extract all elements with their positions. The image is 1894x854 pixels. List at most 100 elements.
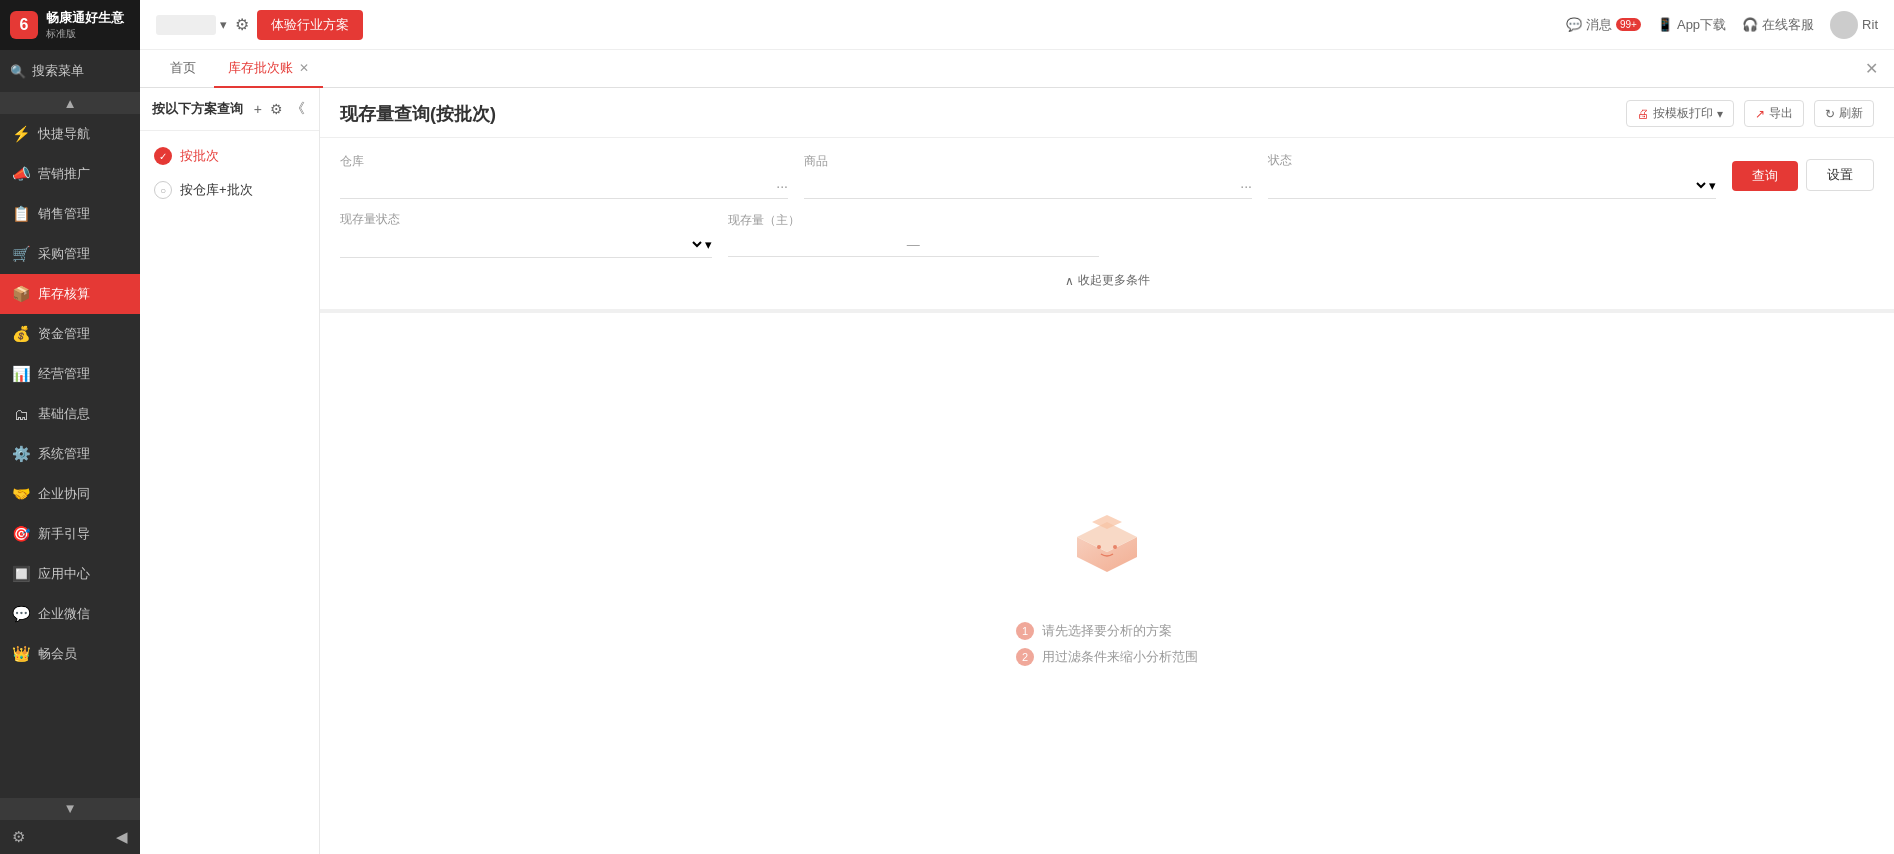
sidebar-item-inventory[interactable]: 📦 库存核算	[0, 274, 140, 314]
sidebar-item-enterprise[interactable]: 🤝 企业协同	[0, 474, 140, 514]
sidebar-item-label: 基础信息	[38, 405, 90, 423]
search-menu-button[interactable]: 🔍 搜索菜单	[10, 58, 130, 84]
print-button[interactable]: 🖨 按模板打印 ▾	[1626, 100, 1734, 127]
sidebar: 6 畅康通好生意 标准版 🔍 搜索菜单 ▲ ⚡ 快捷导航 📣 营销推广 📋 销售…	[0, 0, 140, 854]
status-filter: 状态 ▾	[1268, 152, 1716, 199]
search-icon: 🔍	[10, 64, 26, 79]
scheme-settings-button[interactable]: ⚙	[268, 99, 285, 119]
topbar-dropdown[interactable]: ▾	[156, 15, 227, 35]
sidebar-item-quick-nav[interactable]: ⚡ 快捷导航	[0, 114, 140, 154]
left-panel-header: 按以下方案查询 + ⚙ 《	[140, 88, 319, 131]
status-select[interactable]	[1268, 177, 1709, 194]
sidebar-scroll-down-button[interactable]: ▼	[0, 798, 140, 819]
topbar-settings-icon[interactable]: ⚙	[235, 15, 249, 34]
tab-close-icon[interactable]: ✕	[299, 61, 309, 75]
page-header-top: 现存量查询(按批次) 🖨 按模板打印 ▾ ↗ 导出 ↻	[340, 100, 1874, 137]
tab-inventory-batch[interactable]: 库存批次账 ✕	[214, 50, 323, 88]
inventory-status-select[interactable]	[340, 236, 705, 253]
empty-tip-2: 2 用过滤条件来缩小分析范围	[1016, 648, 1198, 666]
status-dropdown-icon: ▾	[1709, 178, 1716, 193]
online-service-action[interactable]: 🎧 在线客服	[1742, 16, 1814, 34]
filter-row-1: 仓库 ··· 商品 ··· 状态	[340, 152, 1874, 199]
tab-close-panel-icon[interactable]: ✕	[1865, 59, 1878, 78]
inventory-status-filter: 现存量状态 ▾	[340, 211, 712, 258]
warehouse-input[interactable]	[340, 178, 776, 193]
goods-more-icon[interactable]: ···	[1240, 178, 1252, 194]
tab-home-label: 首页	[170, 59, 196, 77]
settings-button[interactable]: 设置	[1806, 159, 1874, 191]
add-scheme-button[interactable]: +	[252, 99, 264, 119]
sidebar-item-label: 销售管理	[38, 205, 90, 223]
goods-input[interactable]	[804, 178, 1240, 193]
inventory-qty-label: 现存量（主）	[728, 212, 1100, 229]
warehouse-filter: 仓库 ···	[340, 153, 788, 199]
sidebar-item-label: 库存核算	[38, 285, 90, 303]
filter-row-2: 现存量状态 ▾ 现存量（主） —	[340, 211, 1874, 258]
sidebar-item-marketing[interactable]: 📣 营销推广	[0, 154, 140, 194]
warehouse-more-icon[interactable]: ···	[776, 178, 788, 194]
sidebar-item-label: 系统管理	[38, 445, 90, 463]
sidebar-item-app-center[interactable]: 🔲 应用中心	[0, 554, 140, 594]
user-name: Rit	[1862, 17, 1878, 32]
tabbar: 首页 库存批次账 ✕ ✕	[140, 50, 1894, 88]
scheme-label: 按仓库+批次	[180, 181, 253, 199]
collapse-panel-button[interactable]: 《	[289, 98, 307, 120]
sidebar-scroll-up-button[interactable]: ▲	[0, 93, 140, 114]
refresh-button[interactable]: ↻ 刷新	[1814, 100, 1874, 127]
app-name: 畅康通好生意	[46, 9, 124, 27]
scheme-inactive-icon: ○	[154, 181, 172, 199]
sidebar-item-wechat[interactable]: 💬 企业微信	[0, 594, 140, 634]
sales-icon: 📋	[12, 205, 30, 223]
footer-settings-icon[interactable]: ⚙	[12, 828, 25, 846]
right-panel: 现存量查询(按批次) 🖨 按模板打印 ▾ ↗ 导出 ↻	[320, 88, 1894, 854]
topbar-left: ▾ ⚙ 体验行业方案	[156, 10, 1556, 40]
svg-marker-2	[1092, 515, 1122, 529]
sidebar-item-sales[interactable]: 📋 销售管理	[0, 194, 140, 234]
scheme-item-by-warehouse-batch[interactable]: ○ 按仓库+批次	[140, 173, 319, 207]
sidebar-footer: ⚙ ◀	[0, 819, 140, 854]
status-select-wrap: ▾	[1268, 173, 1716, 199]
tab-inventory-batch-label: 库存批次账	[228, 59, 293, 77]
sidebar-item-guide[interactable]: 🎯 新手引导	[0, 514, 140, 554]
user-profile[interactable]: Rit	[1830, 11, 1878, 39]
inventory-status-label: 现存量状态	[340, 211, 712, 228]
sidebar-item-label: 应用中心	[38, 565, 90, 583]
sidebar-item-operation[interactable]: 📊 经营管理	[0, 354, 140, 394]
quick-nav-icon: ⚡	[12, 125, 30, 143]
scheme-item-by-batch[interactable]: ✓ 按批次	[140, 139, 319, 173]
avatar	[1830, 11, 1858, 39]
export-button[interactable]: ↗ 导出	[1744, 100, 1804, 127]
page-area: 按以下方案查询 + ⚙ 《 ✓ 按批次 ○ 按仓库+批次	[140, 88, 1894, 854]
collapse-more-conditions[interactable]: ∧ 收起更多条件	[340, 266, 1874, 295]
footer-collapse-icon[interactable]: ◀	[116, 828, 128, 846]
enterprise-icon: 🤝	[12, 485, 30, 503]
goods-filter-label: 商品	[804, 153, 1252, 170]
message-badge: 99+	[1616, 18, 1641, 31]
app-logo: 6	[10, 11, 38, 39]
sidebar-item-system[interactable]: ⚙️ 系统管理	[0, 434, 140, 474]
page-title: 现存量查询(按批次)	[340, 102, 496, 126]
service-icon: 🎧	[1742, 17, 1758, 32]
tip-num-2: 2	[1016, 648, 1034, 666]
system-icon: ⚙️	[12, 445, 30, 463]
sidebar-item-label: 资金管理	[38, 325, 90, 343]
sidebar-item-basic[interactable]: 🗂 基础信息	[0, 394, 140, 434]
query-button[interactable]: 查询	[1732, 161, 1798, 191]
inventory-icon: 📦	[12, 285, 30, 303]
app-download-action[interactable]: 📱 App下载	[1657, 16, 1726, 34]
sidebar-item-finance[interactable]: 💰 资金管理	[0, 314, 140, 354]
empty-state-illustration	[1057, 502, 1157, 602]
tab-home[interactable]: 首页	[156, 50, 210, 88]
collapse-label: 收起更多条件	[1078, 272, 1150, 289]
qty-to-input[interactable]	[928, 237, 1099, 252]
qty-from-input[interactable]	[728, 237, 899, 252]
qty-dash: —	[907, 237, 920, 252]
sidebar-item-purchase[interactable]: 🛒 采购管理	[0, 234, 140, 274]
sidebar-item-member[interactable]: 👑 畅会员	[0, 634, 140, 674]
message-action[interactable]: 💬 消息 99+	[1566, 16, 1641, 34]
inventory-status-wrap: ▾	[340, 232, 712, 258]
experience-industry-button[interactable]: 体验行业方案	[257, 10, 363, 40]
empty-tip-1: 1 请先选择要分析的方案	[1016, 622, 1198, 640]
scheme-settings-icon: ⚙	[270, 101, 283, 117]
left-panel-title: 按以下方案查询	[152, 100, 243, 118]
